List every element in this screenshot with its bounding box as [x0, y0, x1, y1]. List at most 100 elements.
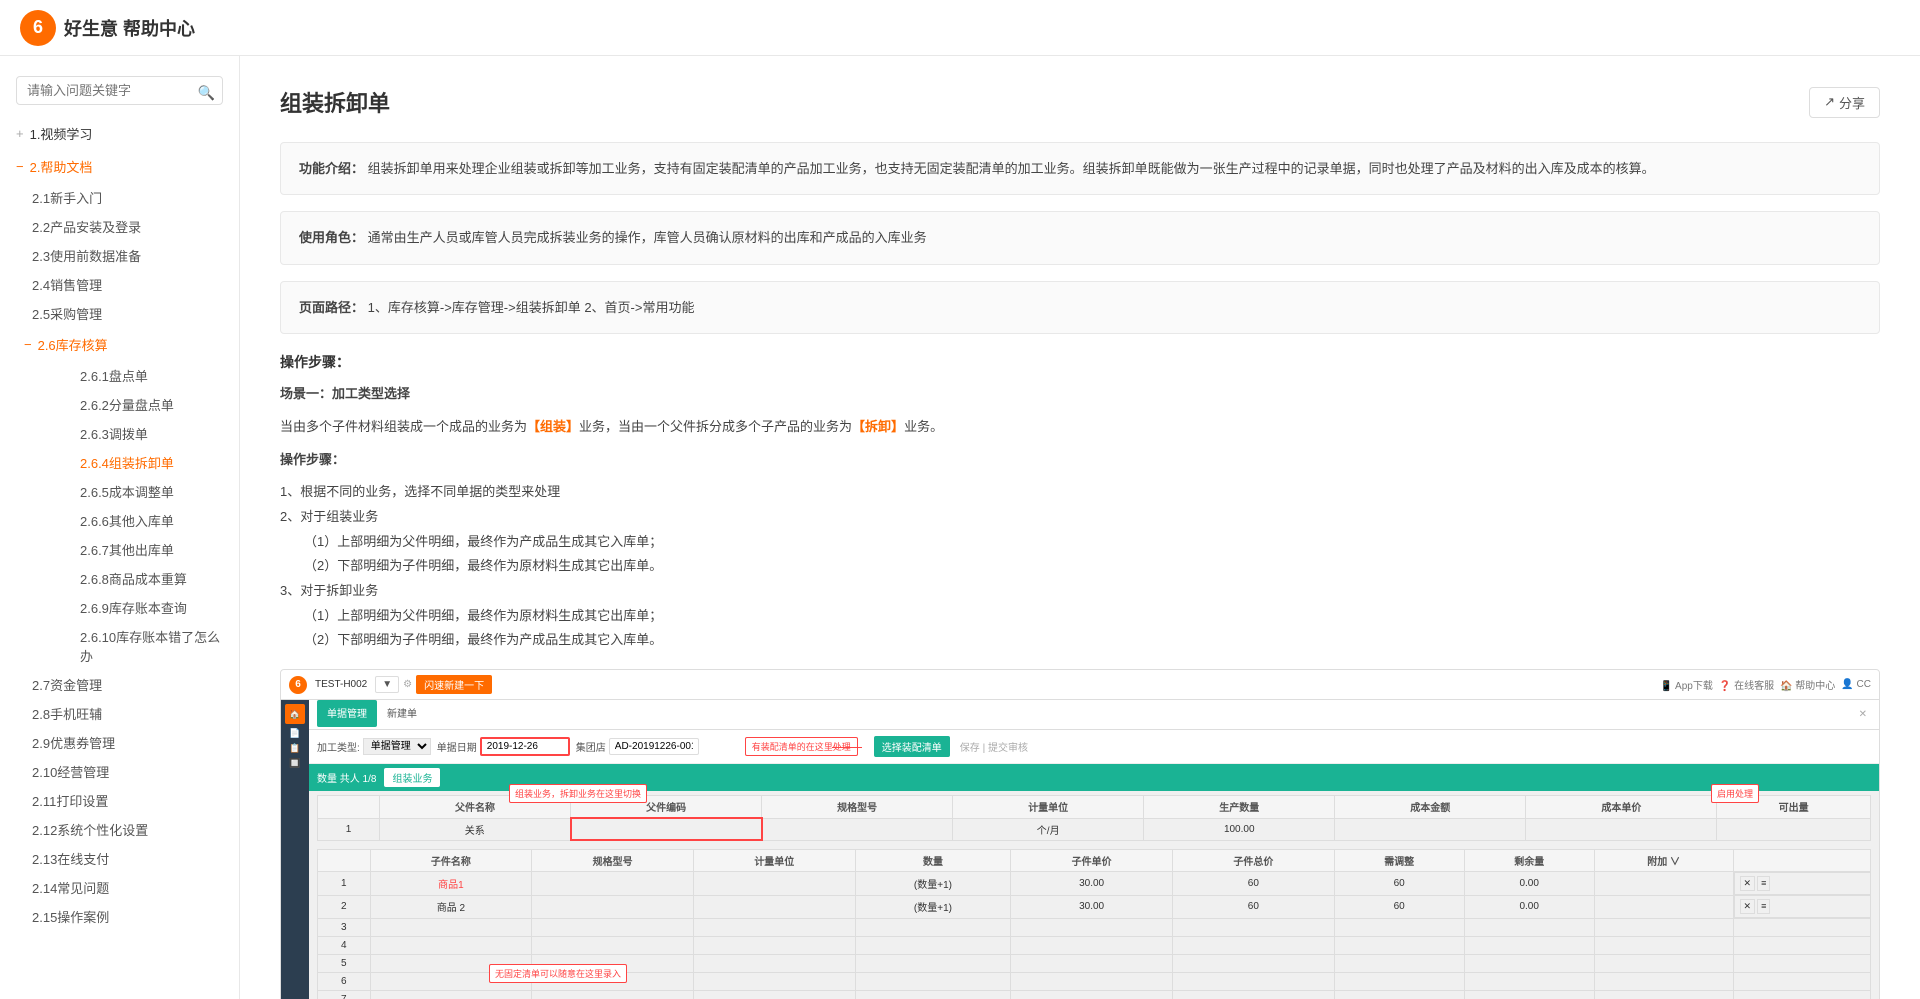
logo-title: 好生意 帮助中心	[64, 15, 195, 41]
sidebar-item-print[interactable]: 2.11打印设置	[0, 786, 239, 815]
sim-topbar-left: 6 TEST-H002 ▼ ⚙ 闪速新建一下	[289, 675, 492, 694]
sidebar-item-purchase[interactable]: 2.5采购管理	[0, 299, 239, 328]
sim-nav-icon4[interactable]: 🔲	[289, 758, 300, 769]
step2-sub2: （2）下部明细为子件明细，最终作为原材料生成其它出库单。	[304, 554, 1880, 579]
path-intro-label: 页面路径：	[299, 300, 364, 315]
sim-nav-icon2[interactable]: 📄	[289, 728, 300, 739]
share-icon: ↗	[1824, 94, 1835, 110]
page-title: 组装拆卸单	[280, 86, 390, 118]
sidebar-item-cost-recalc[interactable]: 2.6.8商品成本重算	[48, 564, 239, 593]
scenario-title: 场景一：加工类型选择	[280, 382, 1880, 407]
step2-sub1: （1）上部明细为父件明细，最终作为产成品生成其它入库单；	[304, 530, 1880, 555]
sidebar-item-outbound[interactable]: 2.6.7其他出库单	[48, 535, 239, 564]
func-intro-text: 组装拆卸单用来处理企业组装或拆卸等加工业务，支持有固定装配清单的产品加工业务，也…	[368, 161, 1655, 176]
minus-icon: −	[16, 159, 24, 174]
sidebar-item-inventory[interactable]: − 2.6库存核算	[0, 328, 239, 361]
minus-icon-inventory: −	[24, 337, 32, 352]
annotation-text4: 启用处理	[1711, 784, 1759, 803]
logo: 6 好生意 帮助中心	[20, 10, 260, 46]
sidebar-item-inbound[interactable]: 2.6.6其他入库单	[48, 506, 239, 535]
sidebar-item-finance[interactable]: 2.7资金管理	[0, 670, 239, 699]
sidebar-item-transfer[interactable]: 2.6.3调拨单	[48, 419, 239, 448]
sidebar-item-custom[interactable]: 2.12系统个性化设置	[0, 815, 239, 844]
sidebar-item-docs[interactable]: − 2.帮助文档	[0, 150, 239, 183]
share-label: 分享	[1839, 93, 1865, 112]
sim-date-input[interactable]	[480, 737, 570, 756]
sim-assemble-btn[interactable]: 组装业务	[384, 768, 440, 787]
sim-topbar: 6 TEST-H002 ▼ ⚙ 闪速新建一下 📱 App下载 ❓ 在线客服 🏠 …	[281, 670, 1879, 700]
search-input[interactable]	[16, 76, 223, 105]
sim-topbar-right: 📱 App下载 ❓ 在线客服 🏠 帮助中心 👤 CC	[1660, 677, 1871, 692]
scenario-title-text: 场景一：加工类型选择	[280, 386, 410, 401]
content-area: 组装拆卸单 ↗ 分享 功能介绍： 组装拆卸单用来处理企业组装或拆卸等加工业务，支…	[240, 56, 1920, 999]
sim-form-date: 单据日期	[437, 737, 570, 756]
layout: 🔍 + 1.视频学习 − 2.帮助文档 2.1新手入门 2.2产品安装及登录 2…	[0, 56, 1920, 999]
sim-avatar: 👤 CC	[1841, 679, 1871, 690]
th-spec: 规格型号	[762, 796, 953, 819]
steps-title: 操作步骤：	[280, 352, 1880, 372]
sidebar-item-ledger[interactable]: 2.6.9库存账本查询	[48, 593, 239, 622]
table-row: 3	[318, 919, 1871, 937]
sim-select-btn[interactable]: 选择装配清单	[874, 736, 950, 757]
sidebar-item-data[interactable]: 2.3使用前数据准备	[0, 241, 239, 270]
sidebar-item-mobile[interactable]: 2.8手机旺辅	[0, 699, 239, 728]
sidebar-item-mgmt[interactable]: 2.10经营管理	[0, 757, 239, 786]
sidebar-item-cost-adj[interactable]: 2.6.5成本调整单	[48, 477, 239, 506]
sidebar-item-assembly[interactable]: 2.6.4组装拆卸单	[48, 448, 239, 477]
sim-form-area: 加工类型: 单据管理 单据日期 集团店	[309, 730, 1879, 764]
sidebar-item-faq[interactable]: 2.14常见问题	[0, 873, 239, 902]
sim-close-icon[interactable]: ✕	[1859, 709, 1867, 720]
th-cost: 成本金额	[1335, 796, 1526, 819]
annotation-area1: 有装配清单的在这里处理	[745, 737, 858, 756]
sidebar-label: 2.6库存核算	[38, 335, 108, 354]
share-button[interactable]: ↗ 分享	[1809, 87, 1880, 118]
step2: 2、对于组装业务	[280, 505, 1880, 530]
annotation-text3: 组装业务，拆卸业务在这里切换	[509, 784, 647, 803]
sidebar-item-sales[interactable]: 2.4销售管理	[0, 270, 239, 299]
sim-type-select[interactable]: 单据管理	[363, 738, 431, 755]
sim-subtab-new[interactable]: 单据管理	[317, 700, 377, 727]
sim-close-area: ✕	[1859, 700, 1871, 729]
sim-nav-icon3[interactable]: 📋	[289, 743, 300, 754]
search-icon: 🔍	[198, 84, 215, 101]
sim-body: 🏠 📄 📋 🔲 单据管理 新建单	[281, 700, 1879, 999]
sim-date-label: 单据日期	[437, 739, 477, 754]
th-unit: 计量单位	[953, 796, 1144, 819]
sim-subtabs: 单据管理 新建单 ✕	[309, 700, 1879, 730]
sim-sku-input[interactable]	[609, 738, 699, 755]
step3-sub1: （1）上部明细为父件明细，最终作为原材料生成其它出库单；	[304, 604, 1880, 629]
func-intro-block: 功能介绍： 组装拆卸单用来处理企业组装或拆卸等加工业务，支持有固定装配清单的产品…	[280, 142, 1880, 195]
sidebar-item-partial[interactable]: 2.6.2分量盘点单	[48, 390, 239, 419]
highlight-assemble: 【组装】	[527, 419, 579, 434]
sidebar-item-coupon[interactable]: 2.9优惠券管理	[0, 728, 239, 757]
func-intro-label: 功能介绍：	[299, 161, 364, 176]
sidebar-item-stocktake[interactable]: 2.6.1盘点单	[48, 361, 239, 390]
expand-icon: +	[16, 126, 24, 141]
sidebar-item-video[interactable]: + 1.视频学习	[0, 117, 239, 150]
op-steps-title: 操作步骤：	[280, 448, 1880, 473]
sidebar-item-install[interactable]: 2.2产品安装及登录	[0, 212, 239, 241]
sidebar-item-newbie[interactable]: 2.1新手入门	[0, 183, 239, 212]
table-row: 1 关系 个/月 100.00	[318, 818, 1871, 840]
sim-type-label: 加工类型:	[317, 739, 360, 754]
role-intro-text: 通常由生产人员或库管人员完成拆装业务的操作，库管人员确认原材料的出库和产成品的入…	[368, 230, 927, 245]
sidebar-item-ledger-fix[interactable]: 2.6.10库存账本错了怎么办	[48, 622, 239, 670]
header: 6 好生意 帮助中心	[0, 0, 1920, 56]
sim-wrapper: 6 TEST-H002 ▼ ⚙ 闪速新建一下 📱 App下载 ❓ 在线客服 🏠 …	[281, 670, 1879, 999]
sim-subtab-submitted[interactable]: 新建单	[377, 700, 427, 729]
sidebar-item-cases[interactable]: 2.15操作案例	[0, 902, 239, 931]
scenario-desc: 当由多个子件材料组装成一个成品的业务为【组装】业务，当由一个父件拆分成多个子产品…	[280, 415, 1880, 440]
sim-dropdown[interactable]: ▼	[375, 676, 399, 693]
sim-type-text: 数量 共人 1/8	[317, 770, 376, 785]
sidebar-item-payment[interactable]: 2.13在线支付	[0, 844, 239, 873]
sim-main-btn[interactable]: 闪速新建一下	[416, 675, 492, 694]
annotation-text5: 无固定清单可以随意在这里录入	[489, 964, 627, 983]
step1: 1、根据不同的业务，选择不同单据的类型来处理	[280, 480, 1880, 505]
path-intro-block: 页面路径： 1、库存核算->库存管理->组装拆卸单 2、首页->常用功能	[280, 281, 1880, 334]
th-qty: 生产数量	[1144, 796, 1335, 819]
th-unit-cost: 成本单价	[1526, 796, 1717, 819]
sim-help: ❓ 在线客服	[1719, 677, 1774, 692]
sim-form-type: 加工类型: 单据管理	[317, 738, 431, 755]
sim-actions: 保存 | 提交审核	[960, 739, 1028, 754]
sim-nav-icon1[interactable]: 🏠	[285, 704, 305, 724]
